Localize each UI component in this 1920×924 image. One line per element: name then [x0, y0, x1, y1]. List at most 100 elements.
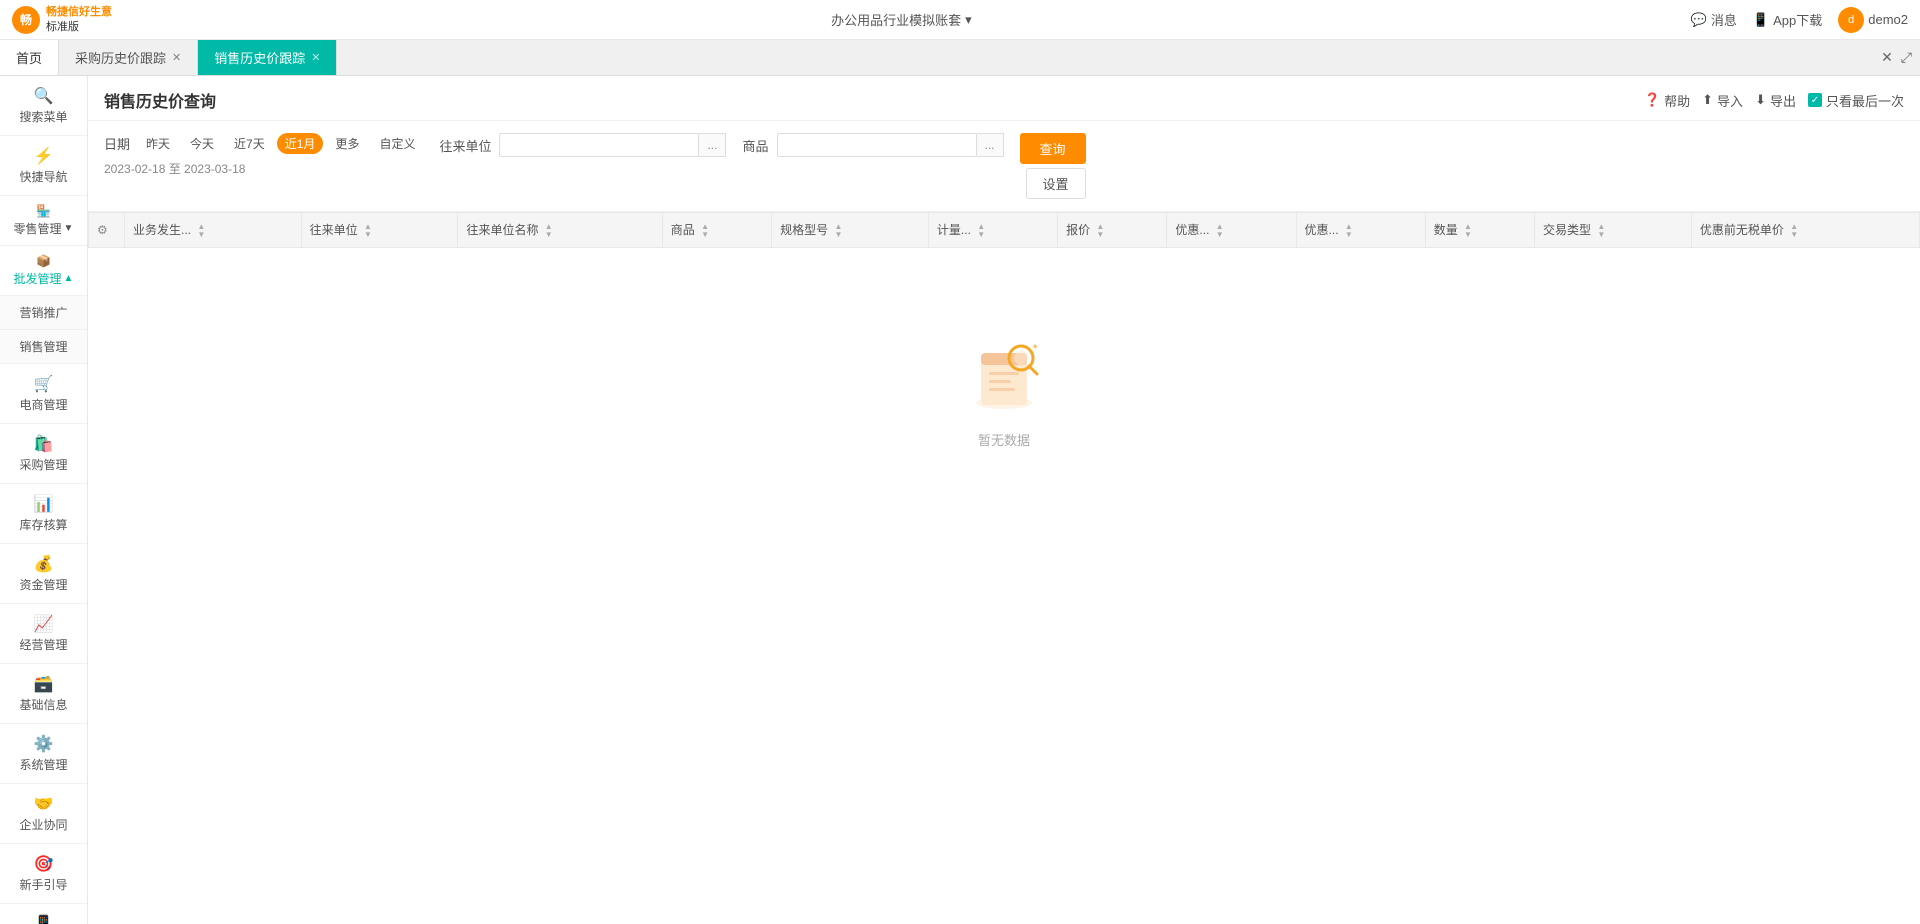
sidebar-item-label: 销售管理: [19, 338, 67, 355]
date-opt-yesterday[interactable]: 昨天: [138, 133, 178, 154]
table-container: ⚙ 业务发生... ▲ ▼ 往来单位: [88, 212, 1920, 924]
product-input[interactable]: [777, 133, 977, 157]
sidebar-item-label: 电商管理: [19, 396, 67, 413]
table-header: ⚙ 业务发生... ▲ ▼ 往来单位: [89, 213, 1920, 248]
close-purchase-history-tab[interactable]: ✕: [172, 51, 181, 64]
sort-quote[interactable]: ▲ ▼: [1096, 223, 1104, 239]
date-options: 昨天 今天 近7天 近1月 更多 自定义: [138, 133, 423, 154]
date-filter-group: 日期 昨天 今天 近7天 近1月 更多 自定义 2023-02-18 至 202…: [104, 133, 423, 177]
sort-partner-name[interactable]: ▲ ▼: [545, 223, 553, 239]
sidebar-item-ecommerce[interactable]: 🛒 电商管理: [0, 364, 87, 424]
sidebar-item-purchase[interactable]: 🛍️ 采购管理: [0, 424, 87, 484]
sidebar-item-label: 批发管理: [14, 270, 62, 287]
ecommerce-icon: 🛒: [34, 374, 54, 394]
user-profile[interactable]: d demo2: [1838, 7, 1908, 33]
sort-unit[interactable]: ▲ ▼: [977, 223, 985, 239]
query-button[interactable]: 查询: [1020, 133, 1086, 164]
sidebar-item-label: 搜索菜单: [19, 108, 67, 125]
sort-quantity[interactable]: ▲ ▼: [1464, 223, 1472, 239]
sidebar-item-label: 库存核算: [19, 516, 67, 533]
sidebar-item-finance[interactable]: 💰 资金管理: [0, 544, 87, 604]
sidebar-item-sales[interactable]: 销售管理: [0, 330, 87, 364]
wholesale-sub-items: 营销推广 销售管理: [0, 296, 87, 364]
purchase-icon: 🛍️: [34, 434, 54, 454]
sidebar-item-wholesale[interactable]: 📦 批发管理 ▲: [0, 246, 87, 296]
empty-illustration: ✦: [959, 328, 1049, 418]
sort-discount2[interactable]: ▲ ▼: [1345, 223, 1353, 239]
shortcut-icon: ⚡: [34, 146, 54, 166]
tab-home[interactable]: 首页: [0, 40, 59, 75]
sidebar-item-shortcut[interactable]: ⚡ 快捷导航: [0, 136, 87, 196]
topbar: 畅 畅捷信好生意 标准版 办公用品行业模拟账套 ▾ 💬 消息 📱 App下载 d…: [0, 0, 1920, 40]
sort-discount1[interactable]: ▲ ▼: [1216, 223, 1224, 239]
topbar-center: 办公用品行业模拟账套 ▾: [831, 10, 972, 29]
page-container: 销售历史价查询 ❓ 帮助 ⬆ 导入 ⬇ 导出 ✓: [88, 76, 1920, 924]
date-opt-7days[interactable]: 近7天: [226, 133, 273, 154]
col-quantity: 数量 ▲ ▼: [1425, 213, 1534, 248]
sidebar-item-enterprise[interactable]: 🤝 企业协同: [0, 784, 87, 844]
sidebar-item-operations[interactable]: 📈 经营管理: [0, 604, 87, 664]
column-settings-icon[interactable]: ⚙: [97, 223, 108, 237]
sort-trade-type[interactable]: ▲ ▼: [1597, 223, 1605, 239]
import-button[interactable]: ⬆ 导入: [1702, 91, 1743, 110]
tab-sales-history[interactable]: 销售历史价跟踪 ✕: [198, 40, 337, 75]
filter-bar: 日期 昨天 今天 近7天 近1月 更多 自定义 2023-02-18 至 202…: [88, 121, 1920, 212]
sidebar-item-appstore[interactable]: 📱 应用中心: [0, 904, 87, 924]
sidebar-item-inventory[interactable]: 📊 库存核算: [0, 484, 87, 544]
col-product: 商品 ▲ ▼: [662, 213, 771, 248]
partner-filter-group: 往来单位 ...: [439, 133, 726, 157]
newbie-icon: 🎯: [34, 854, 54, 874]
avatar: d: [1838, 7, 1864, 33]
tab-purchase-history[interactable]: 采购历史价跟踪 ✕: [59, 40, 198, 75]
date-label: 日期: [104, 134, 130, 153]
date-opt-1month[interactable]: 近1月: [277, 133, 324, 154]
message-button[interactable]: 💬 消息: [1691, 10, 1737, 29]
empty-text: 暂无数据: [978, 430, 1030, 449]
sidebar-item-search[interactable]: 🔍 搜索菜单: [0, 76, 87, 136]
search-icon: 🔍: [34, 86, 54, 106]
sort-biz-date[interactable]: ▲ ▼: [197, 223, 205, 239]
sidebar-item-label: 系统管理: [19, 756, 67, 773]
retail-icon: 🏪: [36, 204, 51, 218]
sidebar-item-basic[interactable]: 🗃️ 基础信息: [0, 664, 87, 724]
close-all-tabs-button[interactable]: ✕: [1881, 49, 1893, 66]
sidebar-item-label: 新手引导: [19, 876, 67, 893]
app-download-button[interactable]: 📱 App下载: [1753, 10, 1822, 29]
close-sales-history-tab[interactable]: ✕: [311, 51, 320, 64]
sidebar-item-label: 企业协同: [19, 816, 67, 833]
date-range-display: 2023-02-18 至 2023-03-18: [104, 160, 423, 177]
wholesale-icon: 📦: [36, 254, 51, 268]
sort-partner-code[interactable]: ▲ ▼: [364, 223, 372, 239]
product-search-button[interactable]: ...: [977, 133, 1004, 157]
date-opt-more[interactable]: 更多: [327, 133, 367, 154]
sort-product[interactable]: ▲ ▼: [701, 223, 709, 239]
sidebar-item-retail[interactable]: 🏪 零售管理 ▼: [0, 196, 87, 246]
chevron-down-icon: ▾: [965, 12, 972, 28]
maximize-button[interactable]: ⤢: [1901, 49, 1912, 66]
sort-spec[interactable]: ▲ ▼: [834, 223, 842, 239]
date-opt-custom[interactable]: 自定义: [371, 133, 423, 154]
filter-right: 查询 设置: [1020, 133, 1086, 199]
purchase-history-tab-label: 采购历史价跟踪: [75, 48, 166, 67]
partner-search-button[interactable]: ...: [699, 133, 726, 157]
export-button[interactable]: ⬇ 导出: [1755, 91, 1796, 110]
account-dropdown[interactable]: 办公用品行业模拟账套 ▾: [831, 10, 972, 29]
chevron-up-icon: ▲: [64, 273, 74, 284]
home-tab-label: 首页: [16, 48, 42, 67]
only-last-checkbox[interactable]: ✓ 只看最后一次: [1808, 91, 1904, 110]
system-icon: ⚙️: [34, 734, 54, 754]
sidebar-item-newbie[interactable]: 🎯 新手引导: [0, 844, 87, 904]
partner-input[interactable]: [499, 133, 699, 157]
date-opt-today[interactable]: 今天: [182, 133, 222, 154]
sidebar: 🔍 搜索菜单 ⚡ 快捷导航 🏪 零售管理 ▼ 📦 批发管理 ▲ 营销推广: [0, 76, 88, 924]
sidebar-item-marketing[interactable]: 营销推广: [0, 296, 87, 330]
sidebar-item-system[interactable]: ⚙️ 系统管理: [0, 724, 87, 784]
sidebar-item-label: 快捷导航: [19, 168, 67, 185]
help-button[interactable]: ❓ 帮助: [1644, 91, 1690, 110]
settings-button[interactable]: 设置: [1026, 168, 1086, 199]
product-filter-group: 商品 ...: [742, 133, 1003, 157]
page-actions: ❓ 帮助 ⬆ 导入 ⬇ 导出 ✓ 只看最后一次: [1644, 91, 1904, 110]
sidebar-item-label: 经营管理: [19, 636, 67, 653]
appstore-icon: 📱: [34, 914, 54, 924]
sort-pretax-price[interactable]: ▲ ▼: [1790, 223, 1798, 239]
